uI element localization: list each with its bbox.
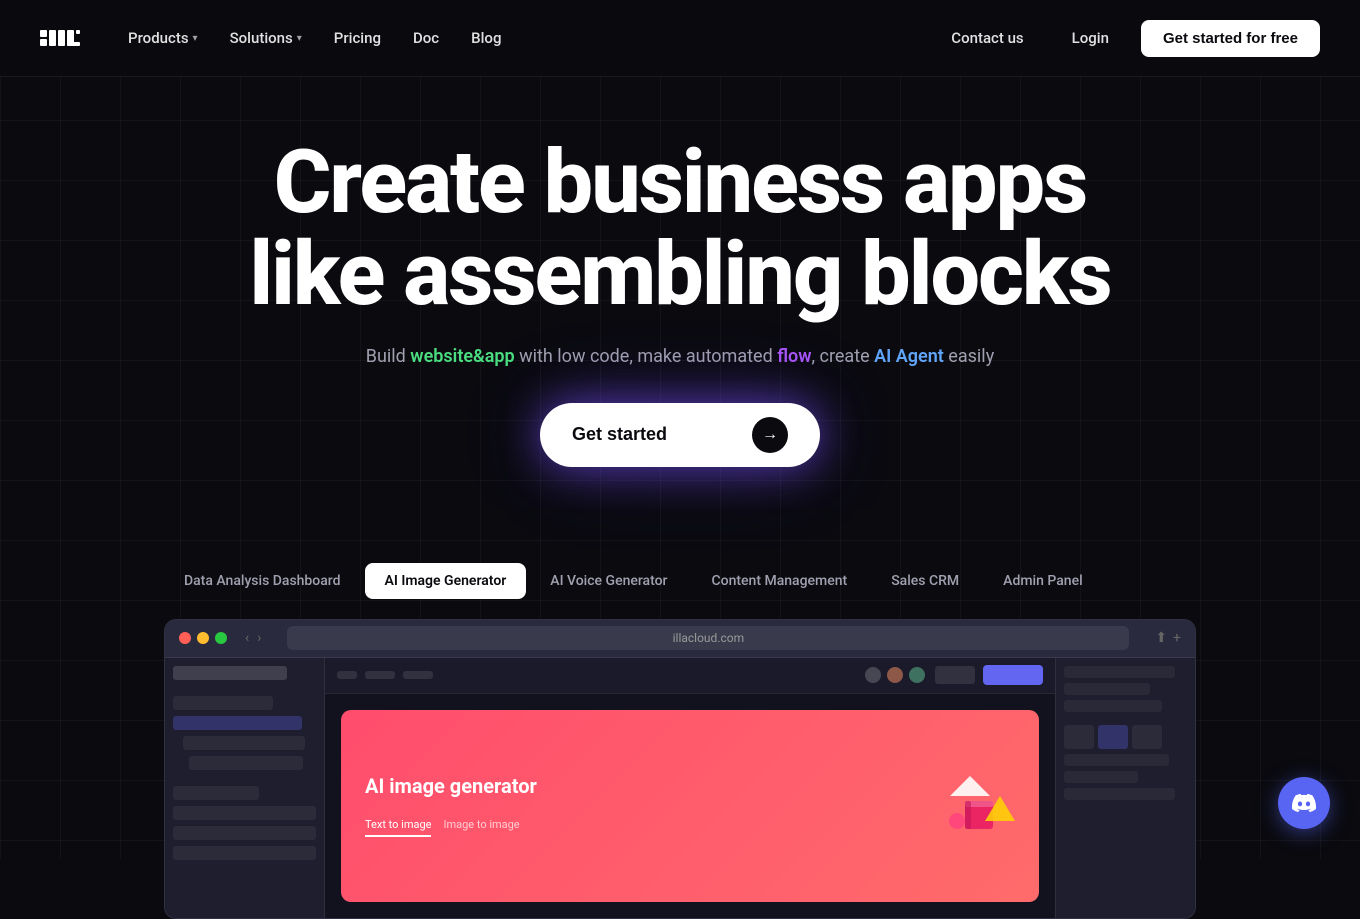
ai-image-card: AI image generator Text to image Image t…	[341, 710, 1039, 902]
browser-url-bar[interactable]: illacloud.com	[287, 626, 1129, 650]
hero-section: Create business apps like assembling blo…	[0, 77, 1360, 555]
3d-decoration	[935, 766, 1015, 846]
browser-nav-arrows: ‹ ›	[245, 630, 261, 646]
toolbar-item2	[365, 671, 395, 679]
sidebar-module1	[173, 806, 316, 820]
nav-products[interactable]: Products ▾	[116, 21, 210, 55]
nav-blog[interactable]: Blog	[459, 21, 513, 55]
logo-icon	[40, 24, 80, 52]
sidebar-product-item	[183, 736, 305, 750]
panel-item2	[1064, 683, 1150, 695]
browser-topbar: ‹ › illacloud.com ⬆ +	[165, 620, 1195, 658]
tab-ai-voice-generator[interactable]: AI Voice Generator	[530, 563, 687, 599]
canvas-area: AI image generator Text to image Image t…	[325, 694, 1055, 918]
hero-title: Create business apps like assembling blo…	[20, 137, 1340, 322]
hero-get-started-button[interactable]: Get started →	[540, 403, 820, 467]
panel-item3	[1064, 700, 1162, 712]
hero-cta-wrapper: Get started →	[20, 403, 1340, 467]
discord-button[interactable]	[1278, 777, 1330, 829]
nav-doc[interactable]: Doc	[401, 21, 451, 55]
deploy-button	[983, 665, 1043, 685]
tab-data-analysis[interactable]: Data Analysis Dashboard	[164, 563, 361, 599]
browser-close-dot	[179, 632, 191, 644]
share-icon: ⬆	[1155, 630, 1167, 646]
tab-ai-image-generator[interactable]: AI Image Generator	[365, 563, 527, 599]
sidebar-module2	[173, 826, 316, 840]
nav-right: Contact us Login Get started for free	[935, 20, 1320, 57]
products-chevron-icon: ▾	[193, 33, 198, 44]
solutions-chevron-icon: ▾	[297, 33, 302, 44]
component-thumb3	[1132, 725, 1162, 749]
card-title: AI image generator Text to image Image t…	[365, 774, 537, 837]
sidebar-pages-label	[173, 696, 273, 710]
browser-maximize-dot	[215, 632, 227, 644]
logo[interactable]	[40, 24, 80, 52]
app-preview: ‹ › illacloud.com ⬆ +	[164, 619, 1196, 919]
app-right-panel	[1055, 658, 1195, 918]
panel-item5	[1064, 771, 1138, 783]
toolbar-item1	[337, 671, 357, 679]
nav-links: Products ▾ Solutions ▾ Pricing Doc Blog	[116, 21, 513, 55]
panel-item1	[1064, 666, 1175, 678]
nav-left: Products ▾ Solutions ▾ Pricing Doc Blog	[40, 21, 513, 55]
login-link[interactable]: Login	[1056, 21, 1125, 55]
contact-link[interactable]: Contact us	[935, 21, 1039, 55]
app-toolbar	[325, 658, 1055, 694]
component-thumb2	[1098, 725, 1128, 749]
sidebar-module3	[173, 846, 316, 860]
add-tab-icon: +	[1173, 630, 1181, 646]
sidebar-homepage-item	[173, 716, 302, 730]
panel-item4	[1064, 754, 1169, 766]
browser-minimize-dot	[197, 632, 209, 644]
avatar3	[909, 667, 925, 683]
app-main-canvas: AI image generator Text to image Image t…	[325, 658, 1055, 918]
text-to-image-tab: Text to image	[365, 814, 431, 837]
arrow-icon: →	[752, 417, 788, 453]
component-thumb1	[1064, 725, 1094, 749]
tab-sales-crm[interactable]: Sales CRM	[871, 563, 979, 599]
panel-item6	[1064, 788, 1175, 800]
navbar: Products ▾ Solutions ▾ Pricing Doc Blog …	[0, 0, 1360, 77]
sidebar-logo	[173, 666, 287, 680]
nav-solutions[interactable]: Solutions ▾	[218, 21, 314, 55]
back-arrow-icon: ‹	[245, 630, 249, 646]
sidebar-subpage-item	[189, 756, 303, 770]
app-sidebar	[165, 658, 325, 918]
toolbar-item3	[403, 671, 433, 679]
tab-content-management[interactable]: Content Management	[692, 563, 868, 599]
get-started-button[interactable]: Get started for free	[1141, 20, 1320, 57]
sidebar-layout-label	[173, 786, 259, 800]
nav-pricing[interactable]: Pricing	[322, 21, 393, 55]
preview-content: AI image generator Text to image Image t…	[165, 658, 1195, 918]
tabs-bar: Data Analysis Dashboard AI Image Generat…	[0, 555, 1360, 607]
avatar2	[887, 667, 903, 683]
forward-arrow-icon: ›	[257, 630, 261, 646]
hero-subtitle: Build website&app with low code, make au…	[20, 346, 1340, 367]
tab-admin-panel[interactable]: Admin Panel	[983, 563, 1102, 599]
discord-icon	[1292, 791, 1316, 815]
avatar1	[865, 667, 881, 683]
browser-actions: ⬆ +	[1155, 630, 1181, 646]
image-to-image-tab: Image to image	[443, 814, 519, 837]
share-btn	[935, 666, 975, 684]
